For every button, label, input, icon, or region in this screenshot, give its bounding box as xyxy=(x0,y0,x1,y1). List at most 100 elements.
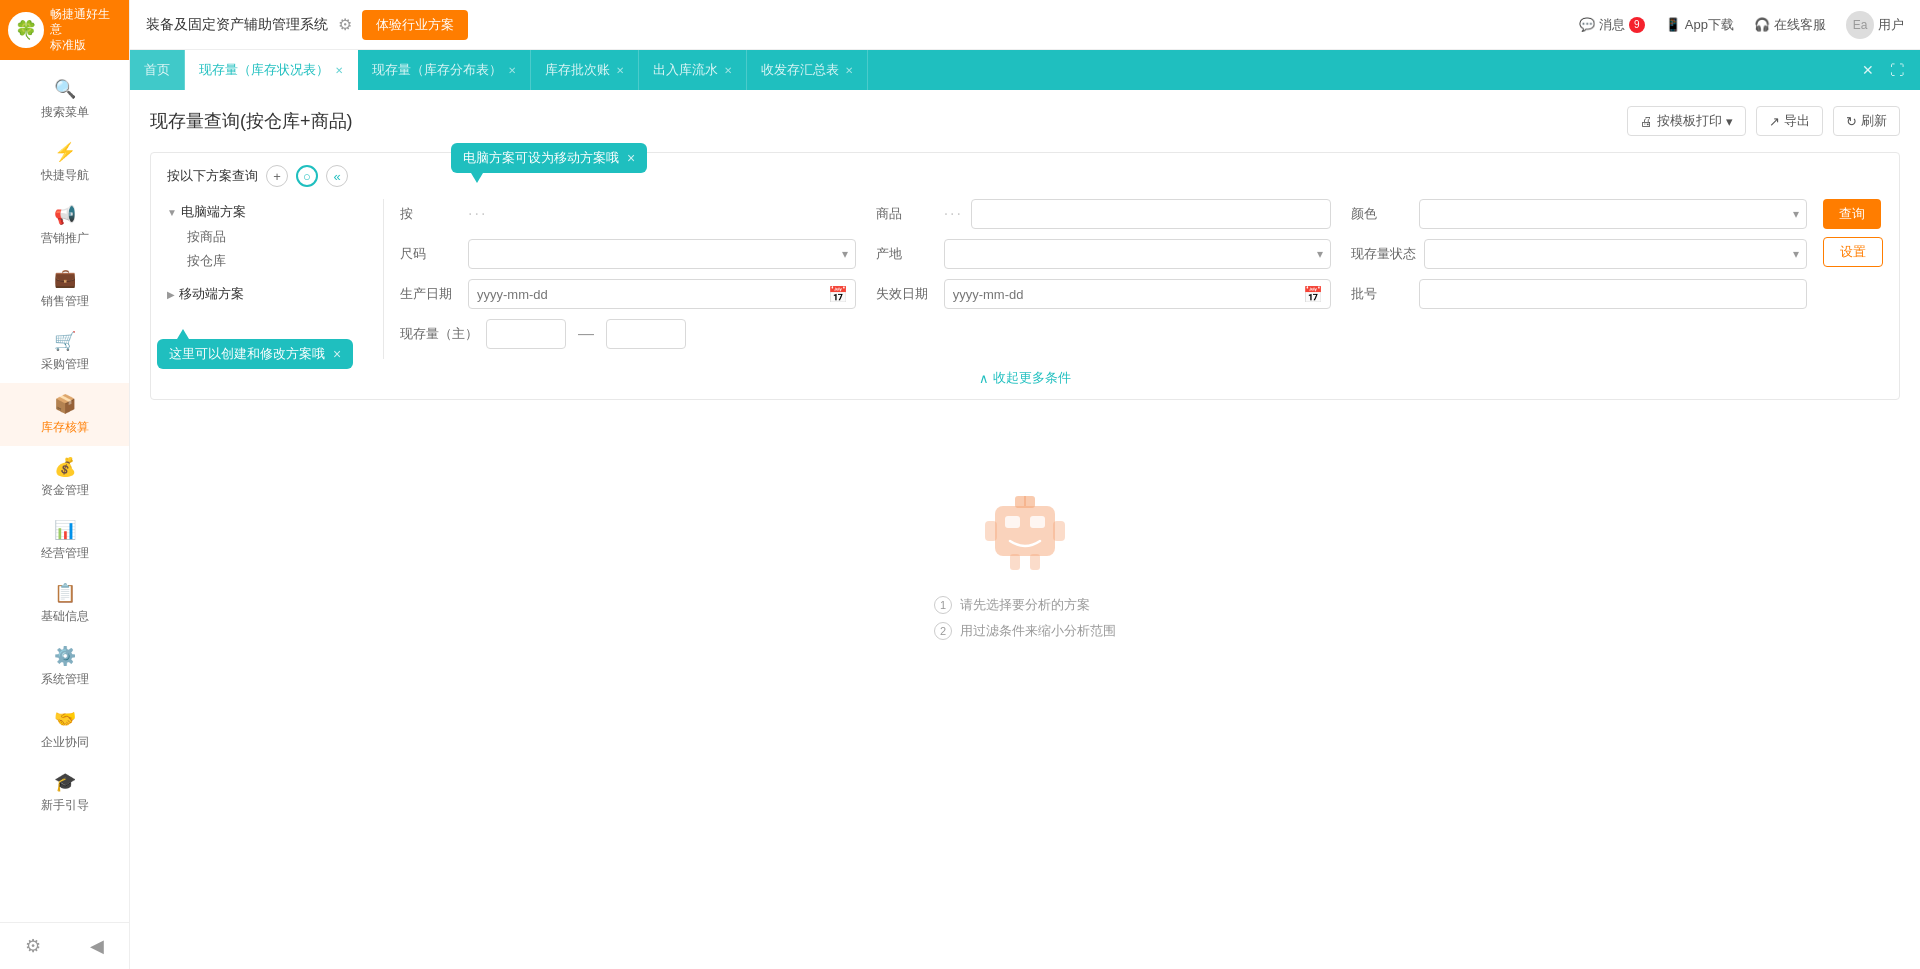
settings-icon[interactable]: ⚙ xyxy=(25,935,41,957)
tab-close-inout-flow[interactable]: ✕ xyxy=(724,65,732,76)
svg-rect-6 xyxy=(1053,521,1065,541)
expire-date-from[interactable] xyxy=(944,279,1332,309)
page-header: 现存量查询(按仓库+商品) 🖨 按模板打印 ▾ ↗ 导出 ↻ 刷新 xyxy=(150,106,1900,136)
tab-batch-ledger[interactable]: 库存批次账 ✕ xyxy=(531,50,639,90)
origin-label: 产地 xyxy=(876,245,936,263)
basic-icon: 📋 xyxy=(54,582,76,604)
filter-row-color: 颜色 xyxy=(1351,199,1807,229)
user-action[interactable]: Ea 用户 xyxy=(1846,11,1904,39)
app-icon: 📱 xyxy=(1665,17,1681,32)
origin-select[interactable] xyxy=(944,239,1332,269)
empty-hints: 1 请先选择要分析的方案 2 用过滤条件来缩小分析范围 xyxy=(934,596,1116,640)
edit-scheme-btn[interactable]: ○ xyxy=(296,165,318,187)
message-action[interactable]: 💬 消息 9 xyxy=(1579,16,1645,34)
filter-label: 按以下方案查询 xyxy=(167,167,258,185)
stock-qty-from[interactable] xyxy=(486,319,566,349)
system-title: 装备及固定资产辅助管理系统 xyxy=(146,16,328,34)
app-download-action[interactable]: 📱 App下载 xyxy=(1665,16,1734,34)
scheme-mobile[interactable]: ▶ 移动端方案 xyxy=(167,281,367,307)
online-service-action[interactable]: 🎧 在线客服 xyxy=(1754,16,1826,34)
industry-btn[interactable]: 体验行业方案 xyxy=(362,10,468,40)
export-btn[interactable]: ↗ 导出 xyxy=(1756,106,1823,136)
purchase-icon: 🛒 xyxy=(54,330,76,352)
color-select[interactable] xyxy=(1419,199,1807,229)
search-btn[interactable]: 查询 xyxy=(1823,199,1881,229)
svg-rect-0 xyxy=(995,506,1055,556)
tab-receive-summary[interactable]: 收发存汇总表 ✕ xyxy=(747,50,868,90)
collapse-btn[interactable]: ∧ 收起更多条件 xyxy=(979,369,1071,387)
logo-icon: 🍀 xyxy=(8,12,44,48)
empty-icon xyxy=(975,476,1075,576)
scheme-by-product[interactable]: 按商品 xyxy=(187,225,367,249)
page-actions: 🖨 按模板打印 ▾ ↗ 导出 ↻ 刷新 xyxy=(1627,106,1900,136)
tab-home[interactable]: 首页 xyxy=(130,50,185,90)
system-icon: ⚙️ xyxy=(54,645,76,667)
finance-icon: 💰 xyxy=(54,456,76,478)
back-scheme-btn[interactable]: « xyxy=(326,165,348,187)
sidebar-item-operation[interactable]: 📊 经营管理 xyxy=(0,509,129,572)
stock-qty-label: 现存量（主） xyxy=(400,325,478,343)
refresh-icon: ↻ xyxy=(1846,114,1857,129)
tab-close-all-icon[interactable]: ✕ xyxy=(1856,60,1880,80)
sidebar-item-basic[interactable]: 📋 基础信息 xyxy=(0,572,129,635)
svg-rect-5 xyxy=(985,521,997,541)
template-print-btn[interactable]: 🖨 按模板打印 ▾ xyxy=(1627,106,1746,136)
sidebar-item-quick-nav[interactable]: ⚡ 快捷导航 xyxy=(0,131,129,194)
tab-inventory-dist[interactable]: 现存量（库存分布表） ✕ xyxy=(358,50,531,90)
filter-body: ▼ 电脑端方案 按商品 按仓库 ▶ xyxy=(167,199,1883,359)
tabs-bar: 首页 现存量（库存状况表） ✕ 现存量（库存分布表） ✕ 库存批次账 ✕ 出入库… xyxy=(130,50,1920,90)
add-scheme-btn[interactable]: + xyxy=(266,165,288,187)
produce-date-label: 生产日期 xyxy=(400,285,460,303)
sidebar-item-marketing[interactable]: 📢 营销推广 xyxy=(0,194,129,257)
filter-row-stock-qty: 现存量（主） — xyxy=(400,319,856,349)
mobile-arrow: ▶ xyxy=(167,289,175,300)
refresh-btn[interactable]: ↻ 刷新 xyxy=(1833,106,1900,136)
tab-close-inventory-status[interactable]: ✕ xyxy=(335,65,343,76)
message-icon: 💬 xyxy=(1579,17,1595,32)
service-icon: 🎧 xyxy=(1754,17,1770,32)
filter-fields: 按 ··· 商品 ··· 颜色 xyxy=(400,199,1807,359)
quick-nav-icon: ⚡ xyxy=(54,141,76,163)
produce-date-from[interactable] xyxy=(468,279,856,309)
svg-rect-1 xyxy=(1005,516,1020,528)
tooltip1-close[interactable]: × xyxy=(627,150,635,166)
filter-section: 按以下方案查询 + ○ « 电脑方案可设为移动方案哦 × xyxy=(150,152,1900,400)
print-icon: 🖨 xyxy=(1640,114,1653,129)
stock-qty-to[interactable] xyxy=(606,319,686,349)
reset-btn[interactable]: 设置 xyxy=(1823,237,1883,267)
product-input[interactable] xyxy=(971,199,1331,229)
sidebar-item-newbie[interactable]: 🎓 新手引导 xyxy=(0,761,129,824)
size-select[interactable] xyxy=(468,239,856,269)
empty-state: 1 请先选择要分析的方案 2 用过滤条件来缩小分析范围 xyxy=(150,416,1900,700)
tooltip2-close[interactable]: × xyxy=(333,346,341,362)
sidebar-item-system[interactable]: ⚙️ 系统管理 xyxy=(0,635,129,698)
tab-close-batch-ledger[interactable]: ✕ xyxy=(616,65,624,76)
scheme-by-warehouse[interactable]: 按仓库 xyxy=(187,249,367,273)
batch-input[interactable] xyxy=(1419,279,1807,309)
tab-close-receive-summary[interactable]: ✕ xyxy=(845,65,853,76)
tab-close-inventory-dist[interactable]: ✕ xyxy=(508,65,516,76)
settings-gear-icon[interactable]: ⚙ xyxy=(338,15,352,34)
product-dots[interactable]: ··· xyxy=(944,205,963,223)
hint-num-2: 2 xyxy=(934,622,952,640)
filter-row-origin: 产地 xyxy=(876,239,1332,269)
sidebar-item-sales[interactable]: 💼 销售管理 xyxy=(0,257,129,320)
avatar: Ea xyxy=(1846,11,1874,39)
desktop-arrow: ▼ xyxy=(167,207,177,218)
header-right: 💬 消息 9 📱 App下载 🎧 在线客服 Ea 用户 xyxy=(1579,11,1904,39)
collapse-sidebar-icon[interactable]: ◀ xyxy=(90,935,104,957)
tab-inventory-status[interactable]: 现存量（库存状况表） ✕ xyxy=(185,50,358,90)
header-left: 装备及固定资产辅助管理系统 ⚙ 体验行业方案 xyxy=(146,10,468,40)
filter-header: 按以下方案查询 + ○ « 电脑方案可设为移动方案哦 × xyxy=(167,165,1883,187)
sidebar-item-enterprise[interactable]: 🤝 企业协同 xyxy=(0,698,129,761)
svg-rect-7 xyxy=(1010,554,1020,570)
stock-status-select[interactable] xyxy=(1424,239,1807,269)
sidebar-item-finance[interactable]: 💰 资金管理 xyxy=(0,446,129,509)
sidebar-item-inventory[interactable]: 📦 库存核算 xyxy=(0,383,129,446)
sidebar-item-purchase[interactable]: 🛒 采购管理 xyxy=(0,320,129,383)
sidebar-item-search-menu[interactable]: 🔍 搜索菜单 xyxy=(0,68,129,131)
scheme-desktop[interactable]: ▼ 电脑端方案 xyxy=(167,199,367,225)
tab-inout-flow[interactable]: 出入库流水 ✕ xyxy=(639,50,747,90)
tab-fullscreen-icon[interactable]: ⛶ xyxy=(1884,60,1910,80)
warehouse-dots[interactable]: ··· xyxy=(468,205,487,223)
